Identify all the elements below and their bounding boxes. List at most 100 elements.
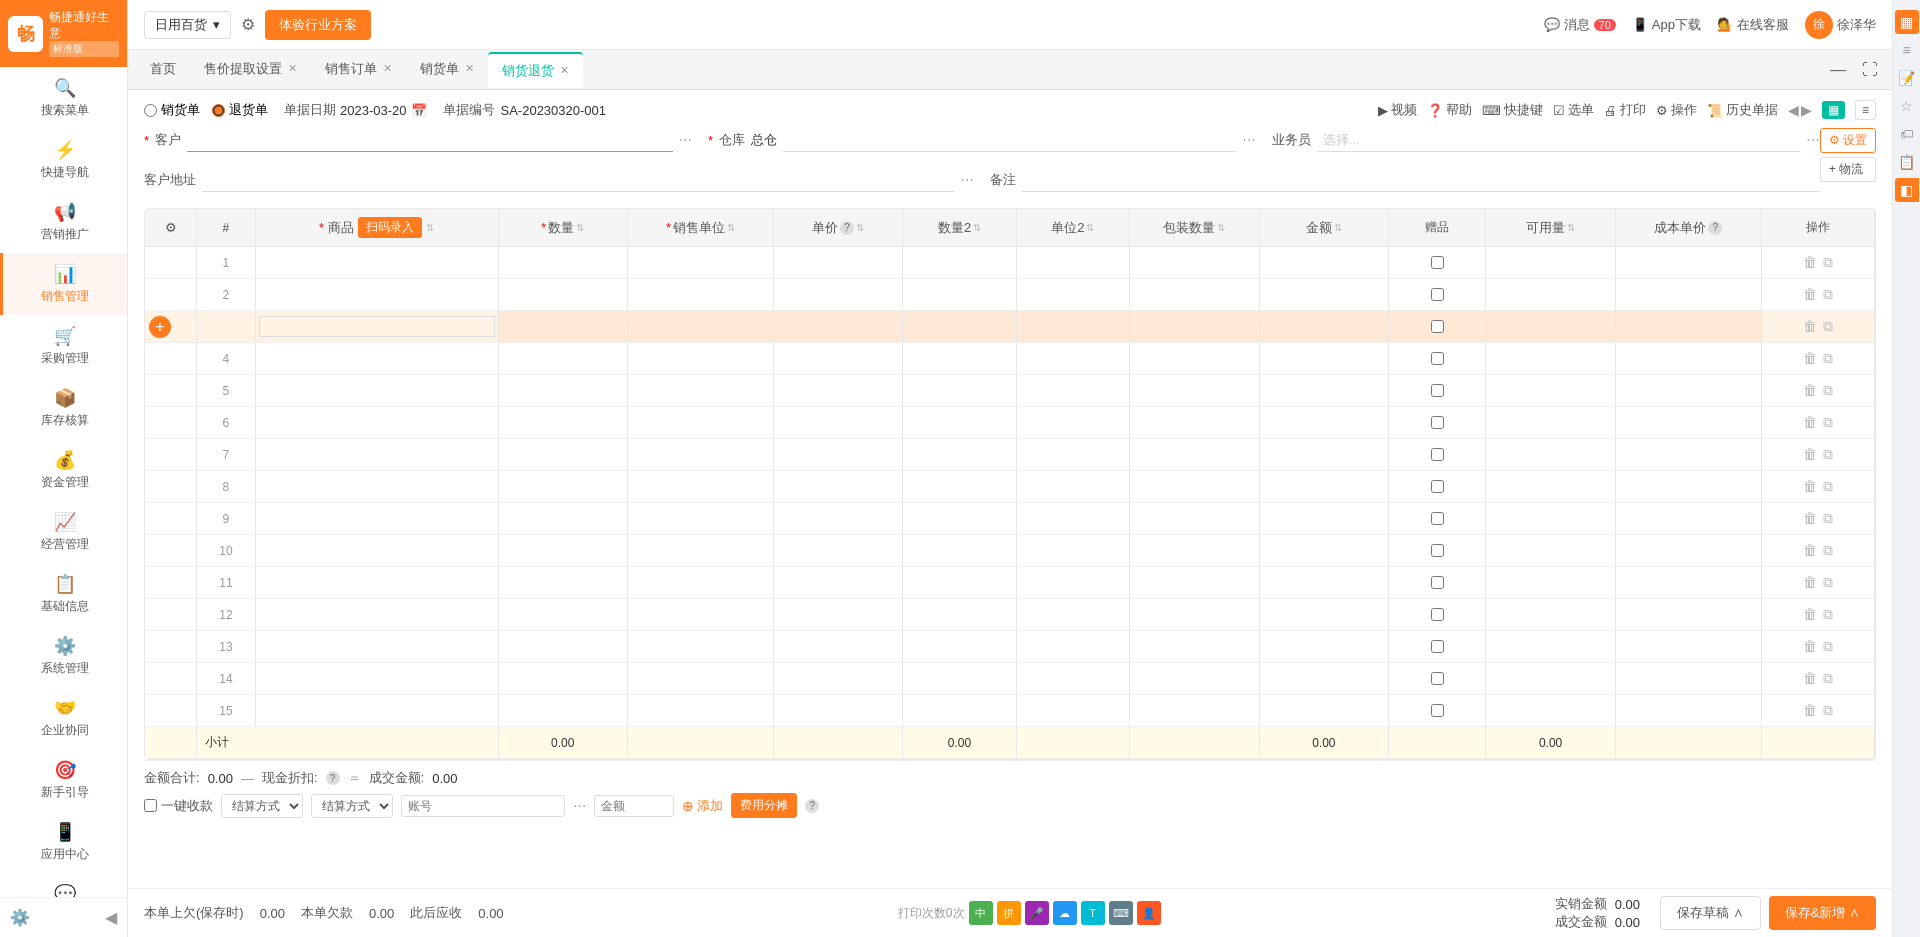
- sidebar-item-shortcut[interactable]: ⚡ 快捷导航: [0, 129, 127, 191]
- copy-icon-3[interactable]: ⧉: [1823, 318, 1833, 335]
- cpy-4[interactable]: ⧉: [1823, 350, 1833, 367]
- customer-input[interactable]: [187, 128, 672, 152]
- td-pack-1[interactable]: [1130, 247, 1260, 279]
- td-unit2-1[interactable]: [1016, 247, 1129, 279]
- salesperson-select-icon[interactable]: ···: [1806, 131, 1819, 149]
- delete-icon-3[interactable]: 🗑: [1803, 318, 1817, 335]
- gift-check-3[interactable]: [1431, 320, 1444, 333]
- bottom-icon-7[interactable]: 👤: [1137, 901, 1161, 925]
- td-amount-3[interactable]: [1259, 311, 1389, 343]
- cpy-13[interactable]: ⧉: [1823, 638, 1833, 655]
- td-price-2[interactable]: [773, 279, 903, 311]
- bottom-icon-5[interactable]: T: [1081, 901, 1105, 925]
- td-price-3[interactable]: [773, 311, 903, 343]
- tab-price-close[interactable]: ✕: [288, 62, 297, 75]
- warehouse-input[interactable]: [783, 128, 1236, 152]
- bottom-icon-6[interactable]: ⌨: [1109, 901, 1133, 925]
- cost-info-icon[interactable]: ?: [1708, 221, 1722, 235]
- rs-tag[interactable]: 🏷: [1895, 122, 1919, 146]
- radio-shipment[interactable]: 销货单: [144, 101, 200, 119]
- sidebar-item-guide[interactable]: 🎯 新手引导: [0, 749, 127, 811]
- del-11[interactable]: 🗑: [1803, 574, 1817, 591]
- account-ellipsis[interactable]: ···: [573, 797, 586, 815]
- sidebar-item-sales[interactable]: 📊 销售管理: [0, 253, 127, 315]
- view-list-btn[interactable]: ≡: [1855, 100, 1876, 120]
- del-9[interactable]: 🗑: [1803, 510, 1817, 527]
- rs-table-view[interactable]: ▦: [1895, 10, 1919, 34]
- price-info-icon[interactable]: ?: [840, 221, 854, 235]
- toolbar-print[interactable]: 🖨 打印: [1604, 101, 1646, 119]
- td-qty2-1[interactable]: [903, 247, 1016, 279]
- td-product-3[interactable]: [255, 311, 498, 343]
- sidebar-item-search[interactable]: 🔍 搜索菜单: [0, 67, 127, 129]
- gift-check-10[interactable]: [1431, 544, 1444, 557]
- sidebar-item-basic[interactable]: 📋 基础信息: [0, 563, 127, 625]
- del-15[interactable]: 🗑: [1803, 702, 1817, 719]
- account-input[interactable]: [401, 795, 565, 817]
- tab-sales-delivery-close[interactable]: ✕: [465, 62, 474, 75]
- tab-sales-order-close[interactable]: ✕: [383, 62, 392, 75]
- del-12[interactable]: 🗑: [1803, 606, 1817, 623]
- tab-sales-delivery[interactable]: 销货单 ✕: [406, 52, 488, 88]
- cpy-5[interactable]: ⧉: [1823, 382, 1833, 399]
- rs-copy[interactable]: 📋: [1895, 150, 1919, 174]
- cpy-11[interactable]: ⧉: [1823, 574, 1833, 591]
- delete-icon-1[interactable]: 🗑: [1803, 254, 1817, 271]
- tab-sales-return[interactable]: 销货退货 ✕: [488, 52, 583, 88]
- tab-home[interactable]: 首页: [136, 52, 190, 88]
- del-10[interactable]: 🗑: [1803, 542, 1817, 559]
- sidebar-item-inventory[interactable]: 📦 库存核算: [0, 377, 127, 439]
- rs-star[interactable]: ☆: [1895, 94, 1919, 118]
- td-unit2-2[interactable]: [1016, 279, 1129, 311]
- fee-info-icon[interactable]: ?: [805, 799, 819, 813]
- toolbar-select[interactable]: ☑ 选单: [1553, 101, 1594, 119]
- gift-check-4[interactable]: [1431, 352, 1444, 365]
- message-btn[interactable]: 💬 消息 70: [1544, 16, 1616, 34]
- td-avail-3[interactable]: [1486, 311, 1616, 343]
- td-price-1[interactable]: [773, 247, 903, 279]
- prev-page-btn[interactable]: ◀: [1788, 102, 1799, 118]
- tab-price-setting[interactable]: 售价提取设置 ✕: [190, 52, 311, 88]
- product-input-3[interactable]: [260, 317, 494, 336]
- del-6[interactable]: 🗑: [1803, 414, 1817, 431]
- sidebar-item-wechat[interactable]: 💬 企业微信: [0, 873, 127, 897]
- app-download-btn[interactable]: 📱 App下载: [1632, 16, 1701, 34]
- cpy-14[interactable]: ⧉: [1823, 670, 1833, 687]
- toolbar-history[interactable]: 📜 历史单据: [1707, 101, 1778, 119]
- view-table-btn[interactable]: ▦: [1822, 101, 1845, 119]
- user-profile[interactable]: 徐 徐泽华: [1805, 11, 1876, 39]
- module-selector[interactable]: 日用百货 ▾: [144, 11, 231, 39]
- one-click-pay-check[interactable]: [144, 799, 157, 812]
- bottom-icon-2[interactable]: 拼: [997, 901, 1021, 925]
- radio-return-input[interactable]: [212, 104, 225, 117]
- address-input[interactable]: [202, 168, 954, 192]
- sidebar-item-marketing[interactable]: 📢 营销推广: [0, 191, 127, 253]
- td-qty2-3[interactable]: [903, 311, 1016, 343]
- del-14[interactable]: 🗑: [1803, 670, 1817, 687]
- td-cost-3[interactable]: [1615, 311, 1761, 343]
- tab-fullscreen-btn[interactable]: ⛶: [1856, 59, 1884, 81]
- rs-note[interactable]: 📝: [1895, 66, 1919, 90]
- bottom-icon-1[interactable]: 中: [969, 901, 993, 925]
- remark-input[interactable]: [1022, 168, 1820, 192]
- delete-icon-2[interactable]: 🗑: [1803, 286, 1817, 303]
- next-page-btn[interactable]: ▶: [1801, 102, 1812, 118]
- fee-split-btn[interactable]: 费用分摊: [731, 793, 797, 818]
- del-4[interactable]: 🗑: [1803, 350, 1817, 367]
- address-select-icon[interactable]: ···: [960, 171, 973, 189]
- tab-sales-order[interactable]: 销售订单 ✕: [311, 52, 406, 88]
- del-8[interactable]: 🗑: [1803, 478, 1817, 495]
- gift-check-12[interactable]: [1431, 608, 1444, 621]
- gift-check-5[interactable]: [1431, 384, 1444, 397]
- td-amount-1[interactable]: [1259, 247, 1389, 279]
- sidebar-item-finance[interactable]: 💰 资金管理: [0, 439, 127, 501]
- toolbar-help[interactable]: ❓ 帮助: [1427, 101, 1472, 119]
- cpy-12[interactable]: ⧉: [1823, 606, 1833, 623]
- customer-select-icon[interactable]: ···: [679, 131, 692, 149]
- logistics-btn[interactable]: + 物流: [1820, 157, 1876, 182]
- td-amount-2[interactable]: [1259, 279, 1389, 311]
- copy-icon-2[interactable]: ⧉: [1823, 286, 1833, 303]
- toolbar-shortcut[interactable]: ⌨ 快捷键: [1482, 101, 1543, 119]
- scan-btn[interactable]: 扫码录入: [358, 217, 422, 238]
- th-settings[interactable]: ⚙: [145, 209, 197, 247]
